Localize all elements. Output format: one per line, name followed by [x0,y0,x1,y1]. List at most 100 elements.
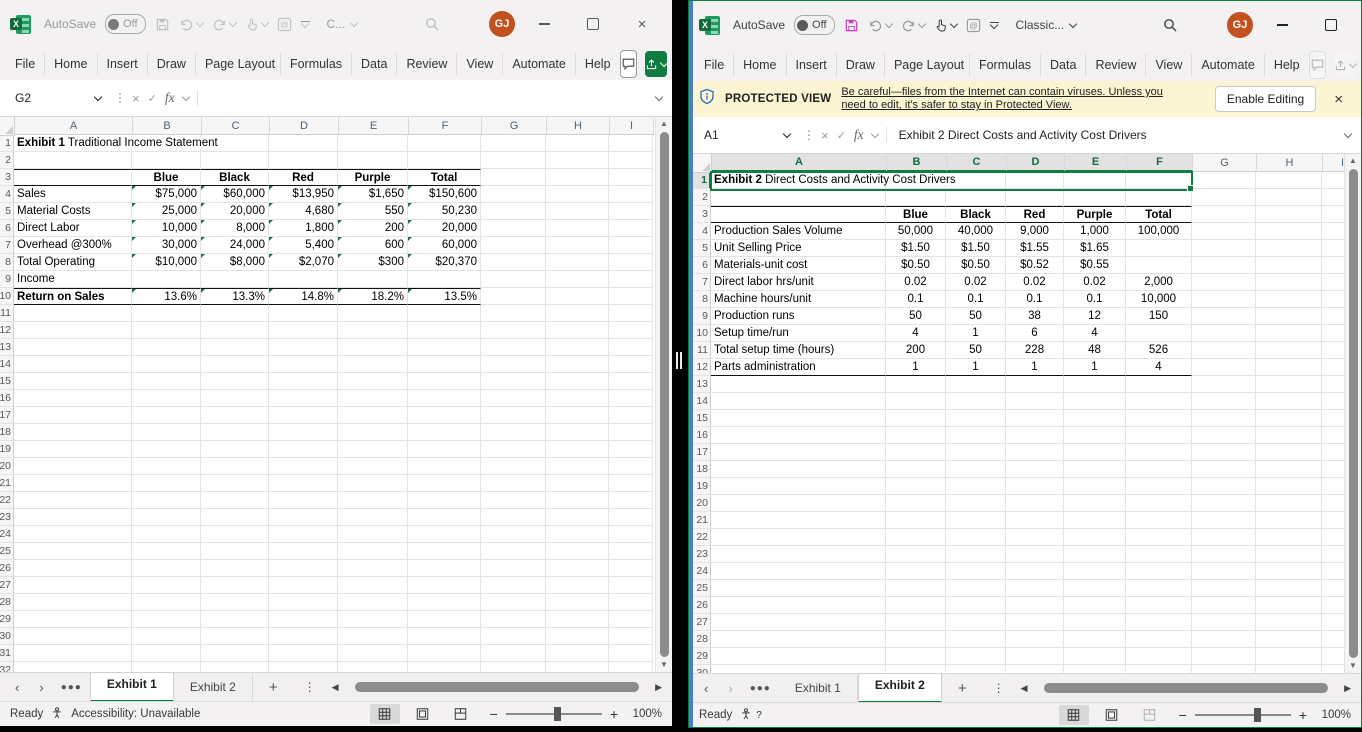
cell-H13[interactable] [546,339,609,356]
comments-button[interactable] [620,50,637,78]
cell-C15[interactable] [201,373,269,390]
cell-C7[interactable]: 0.02 [946,274,1006,291]
cell-G2[interactable] [1192,189,1256,206]
cell-E4[interactable]: $1,650 [338,186,408,203]
ribbon-tab-view[interactable]: View [457,53,503,75]
cell-A18[interactable] [711,461,886,478]
cell-D9[interactable]: 38 [1006,308,1064,325]
cell-H25[interactable] [546,543,609,560]
row-header-3[interactable]: 3 [0,169,14,186]
cell-B9[interactable] [132,271,201,288]
cell-G13[interactable] [1192,376,1256,393]
cell-G10[interactable] [481,288,546,305]
cell-B14[interactable] [132,356,201,373]
cell-C8[interactable]: $8,000 [201,254,269,271]
cell-C14[interactable] [201,356,269,373]
cell-A10[interactable]: Setup time/run [711,325,886,342]
cell-D12[interactable] [269,322,338,339]
cell-I10[interactable] [609,288,653,305]
cell-A5[interactable]: Unit Selling Price [711,240,886,257]
cell-A30[interactable] [14,628,132,645]
cell-C11[interactable] [201,305,269,322]
cell-F13[interactable] [408,339,481,356]
cell-D21[interactable] [269,475,338,492]
cell-H12[interactable] [546,322,609,339]
cell-H22[interactable] [546,492,609,509]
cell-F10[interactable]: 13.5% [408,288,481,305]
cell-D14[interactable] [269,356,338,373]
cell-F3[interactable]: Total [408,169,481,186]
cell-C17[interactable] [201,407,269,424]
ribbon-tab-draw[interactable]: Draw [148,53,196,75]
row-header-12[interactable]: 12 [0,322,14,339]
cell-E6[interactable]: $0.55 [1064,257,1126,274]
cell-E6[interactable]: 200 [338,220,408,237]
cell-H20[interactable] [546,458,609,475]
touch-mode-icon[interactable] [245,17,268,32]
cell-I19[interactable] [1322,478,1344,495]
cell-H16[interactable] [546,390,609,407]
column-header-H[interactable]: H [547,117,610,135]
cell-D10[interactable]: 14.8% [269,288,338,305]
row-header-26[interactable]: 26 [0,560,14,577]
cell-G31[interactable] [481,645,546,662]
cell-A8[interactable]: Total Operating [14,254,132,271]
column-header-F[interactable]: F [1127,154,1193,172]
cell-I30[interactable] [1322,665,1344,673]
cell-F27[interactable] [408,577,481,594]
cell-H4[interactable] [546,186,609,203]
cell-D7[interactable]: 5,400 [269,237,338,254]
cell-A27[interactable] [14,577,132,594]
cell-B9[interactable]: 50 [886,308,946,325]
cell-E2[interactable] [338,152,408,169]
cell-H19[interactable] [1256,478,1322,495]
cell-E20[interactable] [1064,495,1126,512]
customize-qat-icon[interactable] [301,21,310,28]
cell-I23[interactable] [609,509,653,526]
cell-C30[interactable] [201,628,269,645]
cell-F17[interactable] [408,407,481,424]
cell-E25[interactable] [1064,580,1126,597]
vertical-scroll-thumb[interactable] [660,132,669,657]
cell-H22[interactable] [1256,529,1322,546]
cell-H17[interactable] [546,407,609,424]
cell-H5[interactable] [1256,240,1322,257]
cell-H4[interactable] [1256,223,1322,240]
cell-E3[interactable]: Purple [338,169,408,186]
accessibility-icon[interactable] [740,707,752,724]
cell-A4[interactable]: Sales [14,186,132,203]
cell-D24[interactable] [1006,563,1064,580]
cell-A3[interactable] [711,206,886,223]
cell-H8[interactable] [546,254,609,271]
cell-F18[interactable] [408,424,481,441]
cell-B32[interactable] [132,662,201,672]
cell-B3[interactable]: Blue [132,169,201,186]
cell-H3[interactable] [546,169,609,186]
cell-F12[interactable] [408,322,481,339]
snap-divider-handle-icon[interactable] [676,352,684,369]
cell-G17[interactable] [1192,444,1256,461]
cell-B4[interactable]: $75,000 [132,186,201,203]
cell-F5[interactable] [1126,240,1192,257]
cell-E1[interactable] [338,135,408,152]
cell-B12[interactable]: 1 [886,359,946,376]
cell-I12[interactable] [1322,359,1344,376]
cell-A29[interactable] [711,648,886,665]
cell-G24[interactable] [481,526,546,543]
cell-D1[interactable] [269,135,338,152]
snap-divider[interactable] [672,0,688,732]
cell-E16[interactable] [1064,427,1126,444]
cell-I6[interactable] [1322,257,1344,274]
cell-C24[interactable] [946,563,1006,580]
cell-D27[interactable] [1006,614,1064,631]
share-button[interactable] [1334,52,1356,78]
cell-F15[interactable] [1126,410,1192,427]
sheet-nav-back-icon[interactable]: ‹ [695,681,717,696]
vertical-scroll-thumb[interactable] [1349,169,1358,658]
cell-A26[interactable] [14,560,132,577]
horizontal-scroll-thumb[interactable] [355,682,639,692]
formula-bar-splitter[interactable]: ⋮ [114,91,126,105]
cell-H24[interactable] [546,526,609,543]
cell-H11[interactable] [546,305,609,322]
cell-G19[interactable] [481,441,546,458]
